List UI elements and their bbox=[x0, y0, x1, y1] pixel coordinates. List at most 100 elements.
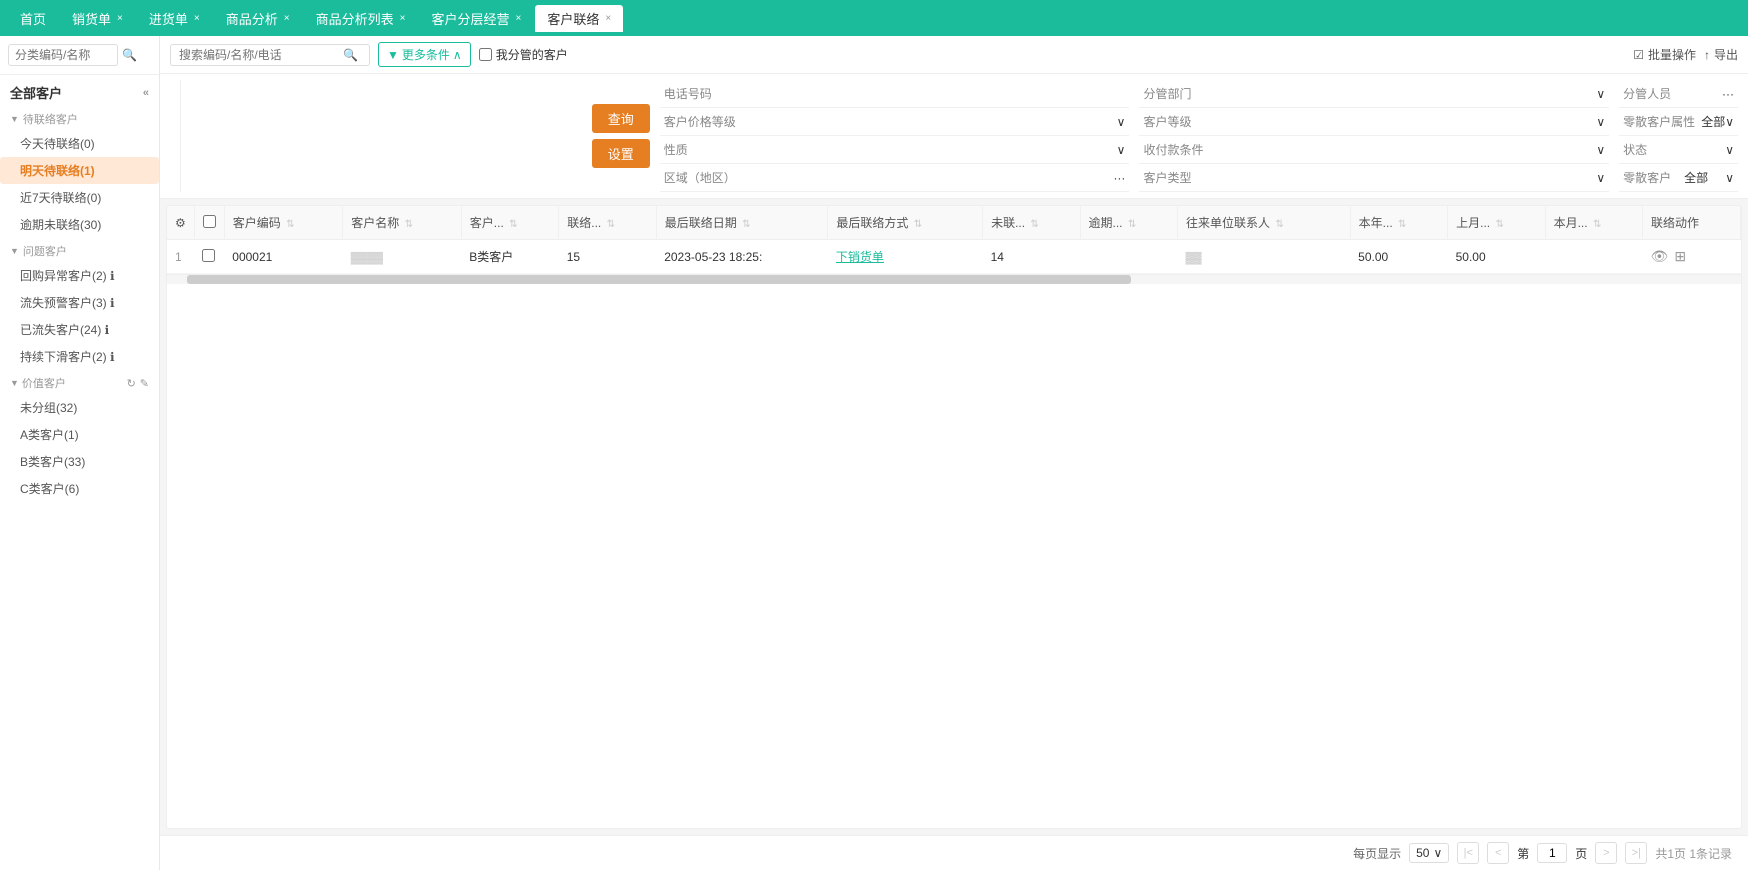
chevron-down-icon: ∨ bbox=[1725, 171, 1734, 185]
filter-status[interactable]: 状态 ∨ bbox=[1619, 136, 1738, 164]
filter-region[interactable]: 区域（地区） ··· bbox=[660, 164, 1130, 192]
filter-price-level[interactable]: 客户价格等级 ∨ bbox=[660, 108, 1130, 136]
select-all-checkbox[interactable] bbox=[203, 215, 216, 228]
col-unlinked[interactable]: 未联... ⇅ bbox=[983, 206, 1080, 240]
close-icon[interactable]: × bbox=[284, 13, 290, 24]
filter-retail-attr[interactable]: 零散客户属性 全部 ∨ bbox=[1619, 108, 1738, 136]
batch-operation-button[interactable]: ☑ 批量操作 bbox=[1633, 46, 1696, 63]
sort-icon: ⇅ bbox=[742, 219, 750, 230]
my-customers-checkbox[interactable] bbox=[479, 48, 492, 61]
col-contacts[interactable]: 联络... ⇅ bbox=[559, 206, 656, 240]
more-filters-button[interactable]: ▼ 更多条件 ∧ bbox=[378, 42, 471, 67]
nav-purchase[interactable]: 进货单 × bbox=[137, 5, 212, 32]
close-icon[interactable]: × bbox=[117, 13, 123, 24]
sidebar-item-ungrouped[interactable]: 未分组(32) bbox=[0, 394, 159, 421]
pagination-bar: 每页显示 50 ∨ |< < 第 页 > >| 共1页 1条记录 bbox=[160, 835, 1748, 870]
grid-action-icon[interactable]: ⊞ bbox=[1674, 248, 1686, 265]
filter-customer-level[interactable]: 客户等级 ∨ bbox=[1139, 108, 1609, 136]
view-action-icon[interactable]: 👁 bbox=[1651, 248, 1669, 265]
nav-product-list[interactable]: 商品分析列表 × bbox=[304, 5, 418, 32]
col-customer-code[interactable]: 客户编码 ⇅ bbox=[224, 206, 343, 240]
sort-icon: ⇅ bbox=[509, 219, 517, 230]
ellipsis-icon[interactable]: ··· bbox=[1113, 171, 1125, 185]
sort-icon: ⇅ bbox=[405, 219, 413, 230]
phone-input[interactable] bbox=[725, 87, 1126, 101]
page-number-input[interactable] bbox=[1537, 843, 1567, 863]
col-overdue[interactable]: 逾期... ⇅ bbox=[1080, 206, 1177, 240]
nav-product-analysis[interactable]: 商品分析 × bbox=[214, 5, 302, 32]
sidebar-item-today[interactable]: 今天待联络(0) bbox=[0, 130, 159, 157]
chevron-down-icon: ∨ bbox=[1117, 143, 1126, 157]
close-icon[interactable]: × bbox=[400, 13, 406, 24]
nav-customer-layer[interactable]: 客户分层经营 × bbox=[419, 5, 533, 32]
sort-icon: ⇅ bbox=[1495, 219, 1503, 230]
my-customers-checkbox-wrap[interactable]: 我分管的客户 bbox=[479, 46, 568, 63]
export-button[interactable]: ↑ 导出 bbox=[1704, 46, 1738, 63]
chevron-down-icon: ∨ bbox=[1596, 87, 1605, 101]
prev-page-button[interactable]: < bbox=[1487, 842, 1509, 864]
sidebar-item-tomorrow[interactable]: 明天待联络(1) bbox=[0, 157, 159, 184]
next-page-button[interactable]: > bbox=[1595, 842, 1617, 864]
row-checkbox[interactable] bbox=[202, 249, 215, 262]
sidebar-item-class-a[interactable]: A类客户(1) bbox=[0, 421, 159, 448]
ellipsis-icon[interactable]: ··· bbox=[1722, 87, 1734, 101]
nav-sales[interactable]: 销货单 × bbox=[60, 5, 135, 32]
content-area: 🔍 ▼ 更多条件 ∧ 我分管的客户 ☑ 批量操作 ↑ 导出 bbox=[160, 36, 1748, 870]
table-select-all-col bbox=[194, 206, 224, 240]
nav-customer-contact[interactable]: 客户联络 × bbox=[535, 5, 623, 32]
refresh-icon[interactable]: ↻ bbox=[127, 377, 136, 390]
filter-search-input[interactable] bbox=[179, 48, 339, 62]
filter-search-icon[interactable]: 🔍 bbox=[343, 48, 358, 62]
col-unit-contact[interactable]: 往来单位联系人 ⇅ bbox=[1177, 206, 1350, 240]
sidebar-search-wrap: 🔍 bbox=[0, 36, 159, 75]
close-icon[interactable]: × bbox=[605, 13, 611, 24]
last-page-button[interactable]: >| bbox=[1625, 842, 1647, 864]
filter-retail-customer[interactable]: 零散客户 全部 ∨ bbox=[1619, 164, 1738, 192]
query-button[interactable]: 查询 bbox=[592, 104, 650, 133]
sidebar-search-icon[interactable]: 🔍 bbox=[122, 48, 137, 62]
sidebar-item-churned[interactable]: 已流失客户(24) ℹ bbox=[0, 316, 159, 343]
row-contacts-cell: 15 bbox=[559, 240, 656, 274]
sidebar-item-churn-warning[interactable]: 流失预警客户(3) ℹ bbox=[0, 289, 159, 316]
filter-phone: 电话号码 bbox=[660, 80, 1130, 108]
col-this-month[interactable]: 本月... ⇅ bbox=[1545, 206, 1642, 240]
filter-dept[interactable]: 分管部门 ∨ bbox=[1139, 80, 1609, 108]
filter-manager[interactable]: 分管人员 ··· bbox=[1619, 80, 1738, 108]
arrow-down-icon: ▼ bbox=[10, 246, 19, 256]
col-last-month[interactable]: 上月... ⇅ bbox=[1448, 206, 1545, 240]
chevron-down-icon: ∨ bbox=[1725, 143, 1734, 157]
horizontal-scrollbar[interactable] bbox=[167, 274, 1741, 284]
col-last-date[interactable]: 最后联络日期 ⇅ bbox=[656, 206, 828, 240]
filter-nature[interactable]: 性质 ∨ bbox=[660, 136, 1130, 164]
sort-icon: ⇅ bbox=[1398, 219, 1406, 230]
arrow-down-icon: ▼ bbox=[10, 114, 19, 124]
customer-table: ⚙ 客户编码 ⇅ 客户名称 ⇅ 客户... ⇅ 联络... ⇅ 最后联络日期 ⇅… bbox=[167, 206, 1741, 274]
edit-icon[interactable]: ✎ bbox=[140, 377, 149, 390]
close-icon[interactable]: × bbox=[194, 13, 200, 24]
col-customer-type[interactable]: 客户... ⇅ bbox=[461, 206, 558, 240]
sort-icon: ⇅ bbox=[914, 219, 922, 230]
sidebar-item-repurchase-abnormal[interactable]: 回购异常客户(2) ℹ bbox=[0, 262, 159, 289]
col-this-year[interactable]: 本年... ⇅ bbox=[1350, 206, 1447, 240]
sort-icon: ⇅ bbox=[1030, 219, 1038, 230]
collapse-icon[interactable]: « bbox=[143, 87, 149, 99]
col-customer-name[interactable]: 客户名称 ⇅ bbox=[343, 206, 462, 240]
sidebar-item-declining[interactable]: 持续下滑客户(2) ℹ bbox=[0, 343, 159, 370]
table-settings-col[interactable]: ⚙ bbox=[167, 206, 194, 240]
sidebar-item-7days[interactable]: 近7天待联络(0) bbox=[0, 184, 159, 211]
sidebar-item-class-c[interactable]: C类客户(6) bbox=[0, 475, 159, 502]
col-actions: 联络动作 bbox=[1643, 206, 1741, 240]
close-icon[interactable]: × bbox=[515, 13, 521, 24]
sidebar-item-class-b[interactable]: B类客户(33) bbox=[0, 448, 159, 475]
sidebar-search-input[interactable] bbox=[8, 44, 118, 66]
settings-button[interactable]: 设置 bbox=[592, 139, 650, 168]
col-last-method[interactable]: 最后联络方式 ⇅ bbox=[828, 206, 983, 240]
nav-home[interactable]: 首页 bbox=[8, 5, 58, 32]
filter-payment[interactable]: 收付款条件 ∨ bbox=[1139, 136, 1609, 164]
page-size-select[interactable]: 50 ∨ bbox=[1409, 843, 1449, 863]
first-page-button[interactable]: |< bbox=[1457, 842, 1479, 864]
filter-customer-type[interactable]: 客户类型 ∨ bbox=[1139, 164, 1609, 192]
sidebar-item-overdue[interactable]: 逾期未联络(30) bbox=[0, 211, 159, 238]
all-customers-title[interactable]: 全部客户 « bbox=[0, 75, 159, 106]
chevron-down-icon: ∨ bbox=[1433, 846, 1442, 860]
